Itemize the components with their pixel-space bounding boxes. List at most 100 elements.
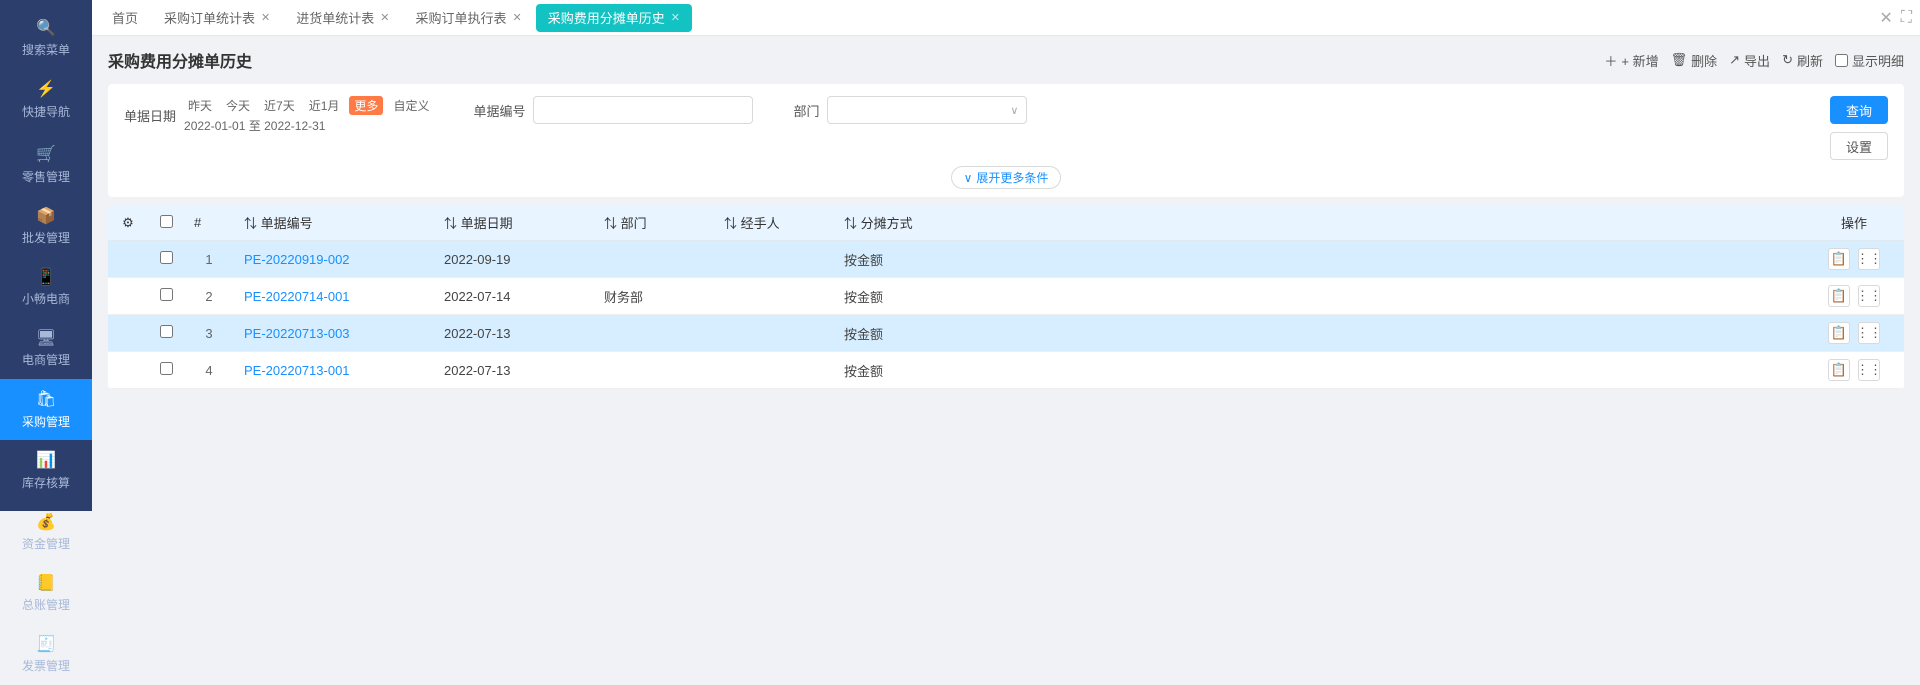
sidebar-item-inventory[interactable]: 📊 库存核算 [0, 440, 92, 501]
add-button[interactable]: ＋ + 新增 [1604, 51, 1658, 70]
expand-more-section: ∨ 展开更多条件 [124, 166, 1888, 189]
sidebar-item-wholesale[interactable]: 📦 批发管理 [0, 196, 92, 257]
row-doc-no-3: PE-20220713-001 [234, 352, 434, 389]
tab-home[interactable]: 首页 [100, 4, 150, 32]
shortcut-custom[interactable]: 自定义 [389, 96, 433, 115]
toolbar-actions: ＋ + 新增 🗑 删除 ↗ 导出 ↻ 刷新 显示明细 [1604, 51, 1904, 70]
row-doc-no-2: PE-20220713-003 [234, 315, 434, 352]
table-row: 4 PE-20220713-001 2022-07-13 按金额 📋 ⋮⋮ [108, 352, 1904, 389]
close-all-tabs-icon[interactable]: ✕ [1879, 8, 1892, 28]
row-select-1[interactable] [160, 288, 173, 301]
row-date-2: 2022-07-13 [434, 315, 594, 352]
tab-purchase-cost-split[interactable]: 采购费用分摊单历史 ✕ [536, 4, 692, 32]
tab-close-inbound-stats[interactable]: ✕ [380, 11, 389, 24]
tab-purchase-order-exec[interactable]: 采购订单执行表 ✕ [403, 4, 533, 32]
select-all-checkbox[interactable] [160, 215, 173, 228]
row-dept-2 [594, 315, 714, 352]
expand-more-button[interactable]: ∨ 展开更多条件 [951, 166, 1062, 189]
refresh-button[interactable]: ↻ 刷新 [1782, 51, 1823, 70]
export-button[interactable]: ↗ 导出 [1729, 51, 1770, 70]
row-doc-no-link-0[interactable]: PE-20220919-002 [244, 252, 350, 267]
row-select-2[interactable] [160, 325, 173, 338]
tab-close-purchase-cost-split[interactable]: ✕ [671, 11, 680, 24]
quick-nav-icon: ⚡ [4, 79, 88, 101]
tab-purchase-order-stats[interactable]: 采购订单统计表 ✕ [152, 4, 282, 32]
row-handler-2 [714, 315, 834, 352]
row-settings-3 [108, 352, 148, 389]
tab-inbound-stats[interactable]: 进货单统计表 ✕ [284, 4, 401, 32]
row-select-0[interactable] [160, 251, 173, 264]
main-area: 首页 采购订单统计表 ✕ 进货单统计表 ✕ 采购订单执行表 ✕ 采购费用分摊单历… [92, 0, 1920, 511]
invoice-icon: 🧾 [4, 634, 88, 656]
doc-no-input[interactable] [533, 96, 753, 124]
ecommerce-icon: 🖥 [4, 328, 88, 350]
row-date-1: 2022-07-14 [434, 278, 594, 315]
shortcut-yesterday[interactable]: 昨天 [184, 96, 216, 115]
row-checkbox-1[interactable] [148, 278, 184, 315]
tab-close-purchase-order-stats[interactable]: ✕ [261, 11, 270, 24]
dept-select[interactable]: ∨ [827, 96, 1027, 124]
row-doc-no-link-3[interactable]: PE-20220713-001 [244, 363, 350, 378]
sidebar-item-ledger[interactable]: 📒 总账管理 [0, 563, 92, 624]
sidebar-item-mobile-commerce[interactable]: 📱 小畅电商 [0, 257, 92, 318]
shortcut-today[interactable]: 今天 [222, 96, 254, 115]
row-more-btn-2[interactable]: ⋮⋮ [1858, 322, 1880, 344]
sidebar-item-search[interactable]: 🔍 搜索菜单 [0, 8, 92, 69]
maximize-icon[interactable]: ⛶ [1901, 9, 1912, 27]
finance-icon: 💰 [4, 512, 88, 534]
sidebar-item-invoice[interactable]: 🧾 发票管理 [0, 624, 92, 685]
search-button[interactable]: 查询 [1830, 96, 1888, 124]
col-dept[interactable]: ⇅ 部门 [594, 205, 714, 241]
shortcut-7days[interactable]: 近7天 [260, 96, 299, 115]
row-select-3[interactable] [160, 362, 173, 375]
shortcut-more[interactable]: 更多 [349, 96, 383, 115]
row-edit-btn-0[interactable]: 📋 [1828, 248, 1850, 270]
row-edit-btn-2[interactable]: 📋 [1828, 322, 1850, 344]
row-more-btn-3[interactable]: ⋮⋮ [1858, 359, 1880, 381]
row-doc-no-link-2[interactable]: PE-20220713-003 [244, 326, 350, 341]
tab-close-purchase-order-exec[interactable]: ✕ [513, 11, 522, 24]
page-title: 采购费用分摊单历史 [108, 48, 252, 72]
delete-button[interactable]: 🗑 删除 [1671, 51, 1718, 70]
table-header-row: ⚙ # ⇅ 单据编号 ⇅ [108, 205, 1904, 241]
col-handler[interactable]: ⇅ 经手人 [714, 205, 834, 241]
sidebar: 🔍 搜索菜单 ⚡ 快捷导航 🛒 零售管理 📦 批发管理 📱 小畅电商 🖥 电商管… [0, 0, 92, 511]
col-method[interactable]: ⇅ 分摊方式 [834, 205, 1804, 241]
doc-no-label: 单据编号 [473, 101, 525, 120]
row-edit-btn-3[interactable]: 📋 [1828, 359, 1850, 381]
col-doc-no[interactable]: ⇅ 单据编号 [234, 205, 434, 241]
sidebar-item-ecommerce[interactable]: 🖥 电商管理 [0, 318, 92, 379]
row-doc-no-0: PE-20220919-002 [234, 241, 434, 278]
row-more-btn-1[interactable]: ⋮⋮ [1858, 285, 1880, 307]
row-num-0: 1 [184, 241, 234, 278]
row-checkbox-3[interactable] [148, 352, 184, 389]
col-checkbox[interactable] [148, 205, 184, 241]
col-settings[interactable]: ⚙ [108, 205, 148, 241]
row-settings-2 [108, 315, 148, 352]
row-checkbox-2[interactable] [148, 315, 184, 352]
row-edit-btn-1[interactable]: 📋 [1828, 285, 1850, 307]
row-handler-1 [714, 278, 834, 315]
sidebar-item-quick-nav[interactable]: ⚡ 快捷导航 [0, 69, 92, 130]
row-more-btn-0[interactable]: ⋮⋮ [1858, 248, 1880, 270]
sidebar-item-purchase[interactable]: 🛍 采购管理 [0, 379, 92, 440]
inventory-icon: 📊 [4, 450, 88, 472]
expand-icon: ∨ [964, 171, 973, 185]
row-actions-2: 📋 ⋮⋮ [1804, 315, 1904, 352]
sort-icon-date: ⇅ [444, 216, 457, 231]
sort-icon-dept: ⇅ [604, 216, 617, 231]
row-method-1: 按金额 [834, 278, 1804, 315]
settings-button[interactable]: 设置 [1830, 132, 1888, 160]
tab-actions: ✕ ⛶ [1879, 8, 1912, 28]
date-range-display: 2022-01-01 至 2022-12-31 [184, 117, 433, 134]
shortcut-1month[interactable]: 近1月 [305, 96, 344, 115]
row-checkbox-0[interactable] [148, 241, 184, 278]
sidebar-item-retail[interactable]: 🛒 零售管理 [0, 134, 92, 195]
sort-icon-method: ⇅ [844, 216, 857, 231]
show-columns-toggle[interactable]: 显示明细 [1835, 51, 1904, 70]
show-columns-checkbox[interactable] [1835, 54, 1848, 67]
row-doc-no-link-1[interactable]: PE-20220714-001 [244, 289, 350, 304]
col-date[interactable]: ⇅ 单据日期 [434, 205, 594, 241]
row-doc-no-1: PE-20220714-001 [234, 278, 434, 315]
mobile-commerce-icon: 📱 [4, 267, 88, 289]
